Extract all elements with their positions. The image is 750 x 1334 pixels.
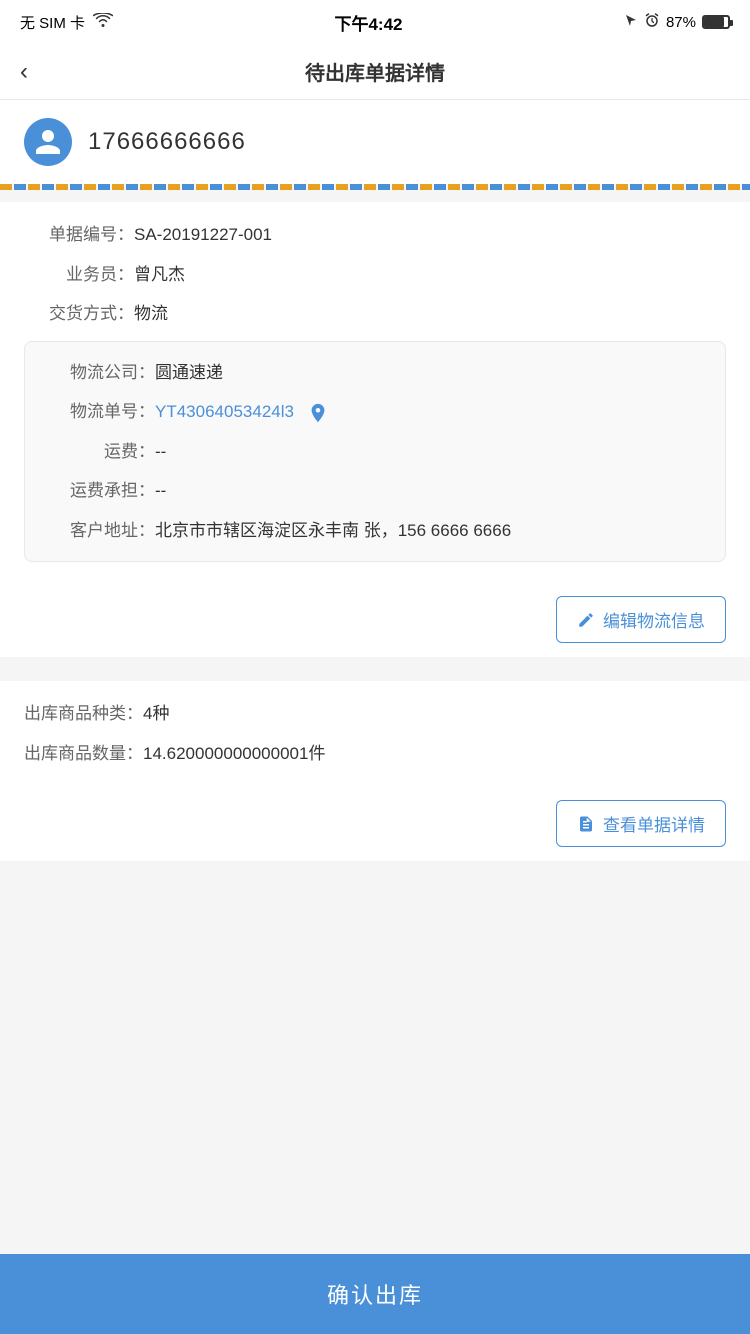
customer-phone: 17666666666	[88, 128, 246, 156]
address-value: 北京市市辖区海淀区永丰南 张，156 6666 6666	[155, 518, 705, 544]
person-icon	[33, 127, 63, 157]
status-time: 下午4:42	[334, 10, 402, 35]
logistics-company-row: 物流公司： 圆通速递	[45, 360, 705, 386]
freight-bearer-value: --	[155, 478, 705, 504]
document-icon	[577, 815, 595, 833]
address-label: 客户地址：	[45, 518, 155, 544]
avatar	[24, 118, 72, 166]
goods-quantity-row: 出库商品数量： 14.620000000000001件	[24, 741, 726, 767]
goods-type-value: 4种	[143, 701, 726, 727]
view-btn-container: 查看单据详情	[0, 786, 750, 861]
tracking-number-label: 物流单号：	[45, 399, 155, 425]
battery-text: 87%	[666, 14, 696, 31]
goods-section: 出库商品种类： 4种 出库商品数量： 14.620000000000001件	[0, 681, 750, 786]
wifi-icon	[93, 13, 113, 31]
status-bar: 无 SIM 卡 下午4:42	[0, 0, 750, 44]
page-title: 待出库单据详情	[305, 57, 445, 86]
sales-person-label: 业务员：	[24, 262, 134, 288]
goods-type-row: 出库商品种类： 4种	[24, 701, 726, 727]
bottom-spacer	[0, 861, 750, 1061]
freight-label: 运费：	[45, 439, 155, 465]
order-number-label: 单据编号：	[24, 222, 134, 248]
nav-bar: ‹ 待出库单据详情	[0, 44, 750, 100]
freight-row: 运费： --	[45, 439, 705, 465]
battery-icon	[702, 15, 730, 29]
sales-person-row: 业务员： 曾凡杰	[24, 262, 726, 288]
goods-quantity-label: 出库商品数量：	[24, 741, 143, 767]
sales-person-value: 曾凡杰	[134, 262, 726, 288]
section-divider	[0, 657, 750, 669]
logistics-company-label: 物流公司：	[45, 360, 155, 386]
alarm-icon	[644, 12, 660, 32]
confirm-button[interactable]: 确认出库	[0, 1254, 750, 1334]
delivery-method-row: 交货方式： 物流	[24, 301, 726, 327]
delivery-method-label: 交货方式：	[24, 301, 134, 327]
back-button[interactable]: ‹	[20, 58, 60, 86]
order-number-row: 单据编号： SA-20191227-001	[24, 222, 726, 248]
edit-logistics-button[interactable]: 编辑物流信息	[556, 596, 726, 643]
carrier-text: 无 SIM 卡	[20, 12, 85, 33]
goods-quantity-value: 14.620000000000001件	[143, 741, 726, 767]
logistics-company-value: 圆通速递	[155, 360, 705, 386]
freight-bearer-label: 运费承担：	[45, 478, 155, 504]
status-right: 87%	[624, 12, 730, 32]
tracking-number-row: 物流单号： YT43064053424l3	[45, 399, 705, 425]
tracking-number-value: YT43064053424l3	[155, 399, 705, 425]
freight-value: --	[155, 439, 705, 465]
freight-bearer-row: 运费承担： --	[45, 478, 705, 504]
dashed-divider	[0, 184, 750, 190]
edit-icon	[577, 611, 595, 629]
status-left: 无 SIM 卡	[20, 12, 113, 33]
order-info-section: 单据编号： SA-20191227-001 业务员： 曾凡杰 交货方式： 物流 …	[0, 202, 750, 582]
delivery-method-value: 物流	[134, 301, 726, 327]
map-pin-icon	[307, 402, 329, 424]
order-number-value: SA-20191227-001	[134, 222, 726, 248]
address-row: 客户地址： 北京市市辖区海淀区永丰南 张，156 6666 6666	[45, 518, 705, 544]
view-details-button[interactable]: 查看单据详情	[556, 800, 726, 847]
goods-type-label: 出库商品种类：	[24, 701, 143, 727]
location-status-icon	[624, 13, 638, 31]
customer-header: 17666666666	[0, 100, 750, 184]
logistics-card: 物流公司： 圆通速递 物流单号： YT43064053424l3	[24, 341, 726, 563]
edit-btn-container: 编辑物流信息	[0, 582, 750, 657]
